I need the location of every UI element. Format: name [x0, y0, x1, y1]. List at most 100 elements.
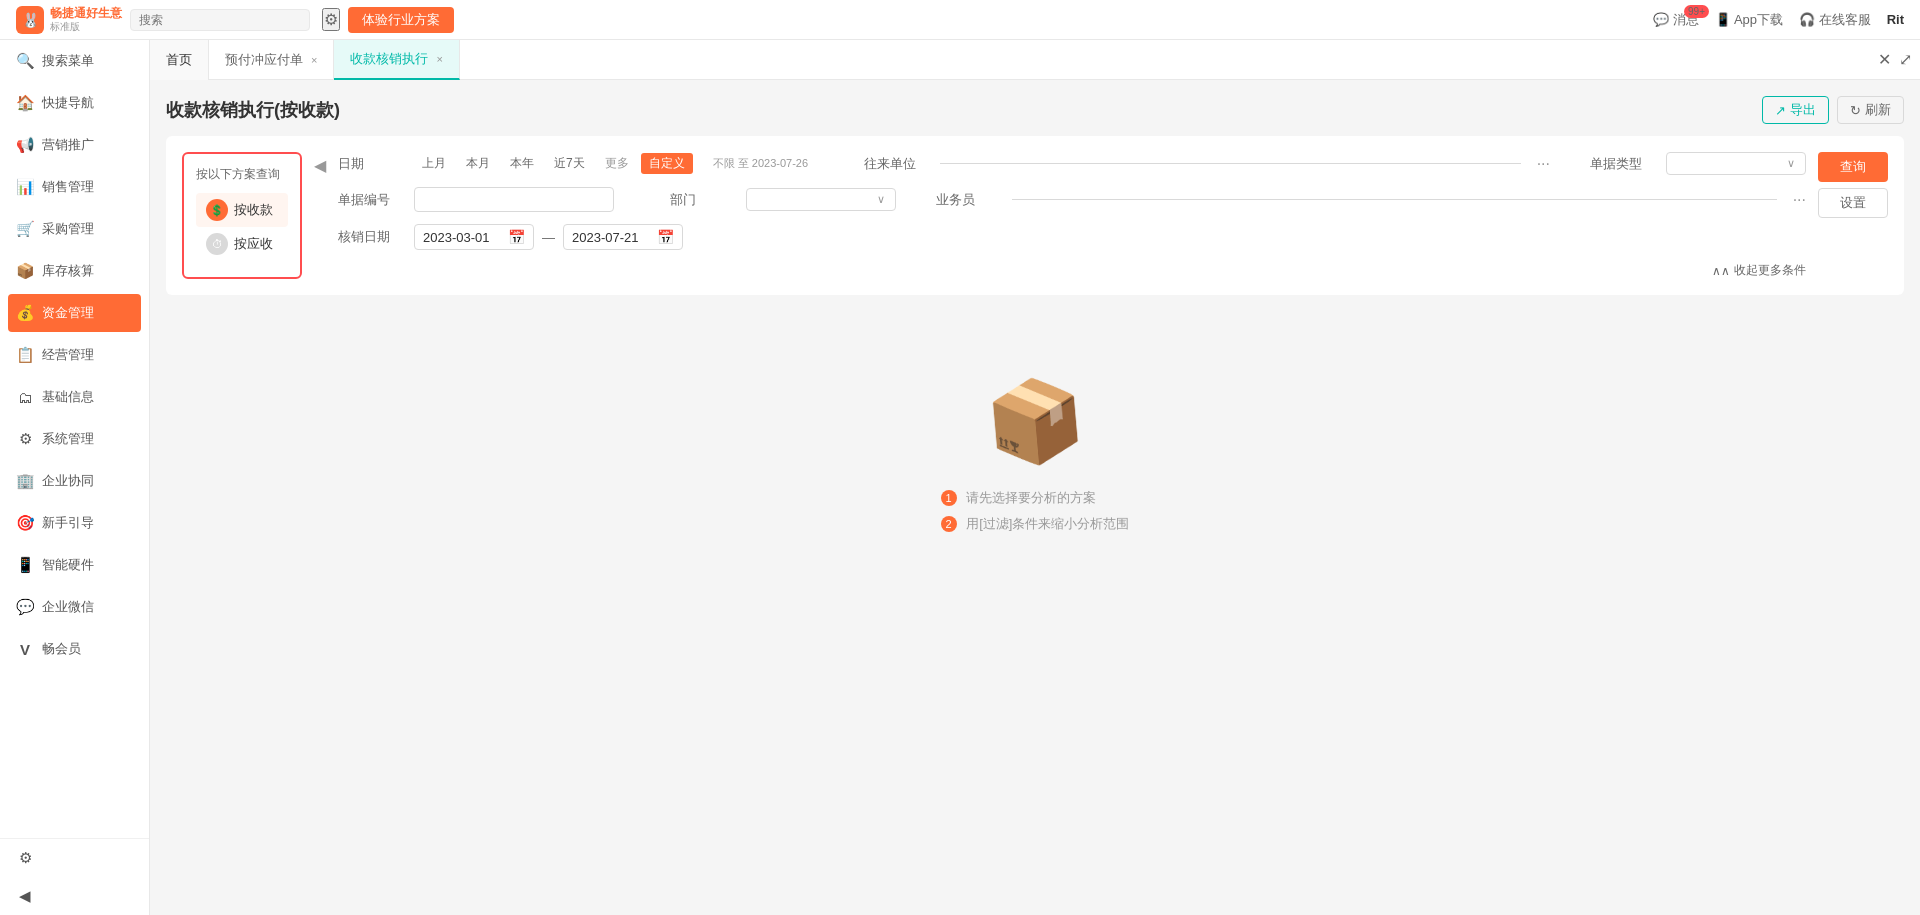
export-icon: ↗: [1775, 103, 1786, 118]
dept-label: 部门: [670, 191, 730, 209]
hint2-num: 2: [941, 516, 957, 532]
verify-date-start-input[interactable]: 2023-03-01 📅: [414, 224, 534, 250]
partner-dots-btn[interactable]: ···: [1537, 155, 1550, 173]
sidebar-item-search-menu[interactable]: 🔍 搜索菜单: [0, 40, 149, 82]
bottom-settings-icon: ⚙: [16, 849, 34, 867]
sidebar-label: 快捷导航: [42, 94, 94, 112]
sidebar-item-quick-nav[interactable]: 🏠 快捷导航: [0, 82, 149, 124]
page-title: 收款核销执行(按收款): [166, 98, 340, 122]
sidebar-item-guide[interactable]: 🎯 新手引导: [0, 502, 149, 544]
date-btn-7days[interactable]: 近7天: [546, 153, 593, 174]
by-receivable-icon: ⏱: [206, 233, 228, 255]
hardware-icon: 📱: [16, 556, 34, 574]
content-area: 首页 预付冲应付单 × 收款核销执行 × ✕ ⤢ 收款核销执行(按收款) ↗: [150, 40, 1920, 915]
sidebar-item-sales[interactable]: 📊 销售管理: [0, 166, 149, 208]
date-btn-last-month[interactable]: 上月: [414, 153, 454, 174]
sidebar-item-wechat[interactable]: 💬 企业微信: [0, 586, 149, 628]
tab-receipt-verify[interactable]: 收款核销执行 ×: [334, 40, 459, 80]
sidebar-bottom-settings[interactable]: ⚙: [0, 839, 149, 877]
verify-date-label: 核销日期: [338, 228, 398, 246]
message-btn[interactable]: 💬 消息 99+: [1653, 11, 1699, 29]
sidebar-item-hardware[interactable]: 📱 智能硬件: [0, 544, 149, 586]
by-receipt-icon: 💲: [206, 199, 228, 221]
page-header: 收款核销执行(按收款) ↗ 导出 ↻ 刷新: [166, 96, 1904, 124]
empty-hint1: 请先选择要分析的方案: [966, 490, 1096, 505]
user-info[interactable]: Rit: [1887, 12, 1904, 27]
date-unlimited-label: 不限 至 2023-07-26: [713, 156, 808, 171]
sidebar-item-finance[interactable]: 💰 资金管理: [8, 294, 141, 332]
app-download-btn[interactable]: 📱 App下载: [1715, 11, 1783, 29]
enterprise-icon: 🏢: [16, 472, 34, 490]
empty-hint2: 用[过滤]条件来缩小分析范围: [966, 516, 1129, 531]
staff-dots-btn[interactable]: ···: [1793, 191, 1806, 209]
calendar-end-icon: 📅: [657, 229, 674, 245]
page-content: 收款核销执行(按收款) ↗ 导出 ↻ 刷新 按以下方案查询: [150, 80, 1920, 915]
tab-prepay-label: 预付冲应付单: [225, 51, 303, 69]
staff-input-area: [1012, 199, 1777, 200]
filter-option-by-receipt[interactable]: 💲 按收款: [196, 193, 288, 227]
verify-date-range: 2023-03-01 📅 — 2023-07-21 📅: [414, 224, 683, 250]
sidebar-collapse-btn[interactable]: ◀: [0, 877, 149, 915]
finance-icon: 💰: [16, 304, 34, 322]
filter-option-by-receivable[interactable]: ⏱ 按应收: [196, 227, 288, 261]
tab-receipt-close[interactable]: ×: [436, 53, 442, 65]
empty-illustration: 📦: [985, 375, 1085, 469]
docno-input[interactable]: [414, 187, 614, 212]
collapse-btn[interactable]: ∧∧ 收起更多条件: [1712, 262, 1806, 279]
top-bar-left: 🐰 畅捷通好生意 标准版 ⚙ 体验行业方案: [16, 6, 454, 34]
query-btn[interactable]: 查询: [1818, 152, 1888, 182]
verify-date-end-input[interactable]: 2023-07-21 📅: [563, 224, 683, 250]
refresh-btn[interactable]: ↻ 刷新: [1837, 96, 1904, 124]
staff-label: 业务员: [936, 191, 996, 209]
sidebar-label: 企业协同: [42, 472, 94, 490]
empty-state: 📦 1 请先选择要分析的方案 2 用[过滤]条件来缩小分析范围: [166, 295, 1904, 617]
setting-btn[interactable]: 设置: [1818, 188, 1888, 218]
tab-prepay-close[interactable]: ×: [311, 54, 317, 66]
sidebar-item-marketing[interactable]: 📢 营销推广: [0, 124, 149, 166]
tab-home[interactable]: 首页: [150, 40, 209, 80]
collapse-up-icon: ∧∧: [1712, 264, 1730, 278]
guide-icon: 🎯: [16, 514, 34, 532]
filter-right-actions: 查询 设置: [1818, 152, 1888, 279]
filter-toggle-btn[interactable]: ◀: [314, 156, 326, 175]
sidebar-label: 销售管理: [42, 178, 94, 196]
sidebar-label: 经营管理: [42, 346, 94, 364]
filter-section: 按以下方案查询 💲 按收款 ⏱ 按应收 ◀ 日期: [166, 136, 1904, 295]
sales-icon: 📊: [16, 178, 34, 196]
tab-prepay[interactable]: 预付冲应付单 ×: [209, 40, 334, 80]
inventory-icon: 📦: [16, 262, 34, 280]
date-separator: —: [542, 230, 555, 245]
filter-row-1: 日期 上月 本月 本年 近7天 更多 自定义 不限 至 2023-07-26 往…: [338, 152, 1806, 175]
date-btn-this-year[interactable]: 本年: [502, 153, 542, 174]
sidebar-item-member[interactable]: V 畅会员: [0, 628, 149, 670]
dept-chevron: ∨: [877, 193, 885, 206]
sidebar-item-operation[interactable]: 📋 经营管理: [0, 334, 149, 376]
docno-label: 单据编号: [338, 191, 398, 209]
main-layout: 🔍 搜索菜单 🏠 快捷导航 📢 营销推广 📊 销售管理 🛒 采购管理 📦 库存核…: [0, 40, 1920, 915]
sidebar-label: 库存核算: [42, 262, 94, 280]
settings-gear-icon[interactable]: ⚙: [322, 8, 340, 31]
tab-close-all-btn[interactable]: ✕: [1878, 50, 1891, 69]
tab-maximize-btn[interactable]: ⤢: [1899, 50, 1912, 69]
online-service-btn[interactable]: 🎧 在线客服: [1799, 11, 1871, 29]
sidebar-item-system[interactable]: ⚙ 系统管理: [0, 418, 149, 460]
date-label: 日期: [338, 155, 398, 173]
dept-select[interactable]: ∨: [746, 188, 896, 211]
sidebar-item-inventory[interactable]: 📦 库存核算: [0, 250, 149, 292]
date-btn-this-month[interactable]: 本月: [458, 153, 498, 174]
industry-btn[interactable]: 体验行业方案: [348, 7, 454, 33]
sidebar-item-basic[interactable]: 🗂 基础信息: [0, 376, 149, 418]
filter-left-panel: 按以下方案查询 💲 按收款 ⏱ 按应收: [182, 152, 302, 279]
sidebar-label: 智能硬件: [42, 556, 94, 574]
basic-icon: 🗂: [16, 389, 34, 406]
export-btn[interactable]: ↗ 导出: [1762, 96, 1829, 124]
doctype-select[interactable]: ∨: [1666, 152, 1806, 175]
date-btn-more[interactable]: 更多: [597, 153, 637, 174]
sidebar-item-purchase[interactable]: 🛒 采购管理: [0, 208, 149, 250]
tab-bar: 首页 预付冲应付单 × 收款核销执行 × ✕ ⤢: [150, 40, 1920, 80]
sidebar-item-enterprise[interactable]: 🏢 企业协同: [0, 460, 149, 502]
logo-edition: 标准版: [50, 21, 122, 33]
page-actions: ↗ 导出 ↻ 刷新: [1762, 96, 1904, 124]
top-search-input[interactable]: [130, 9, 310, 31]
date-btn-custom[interactable]: 自定义: [641, 153, 693, 174]
